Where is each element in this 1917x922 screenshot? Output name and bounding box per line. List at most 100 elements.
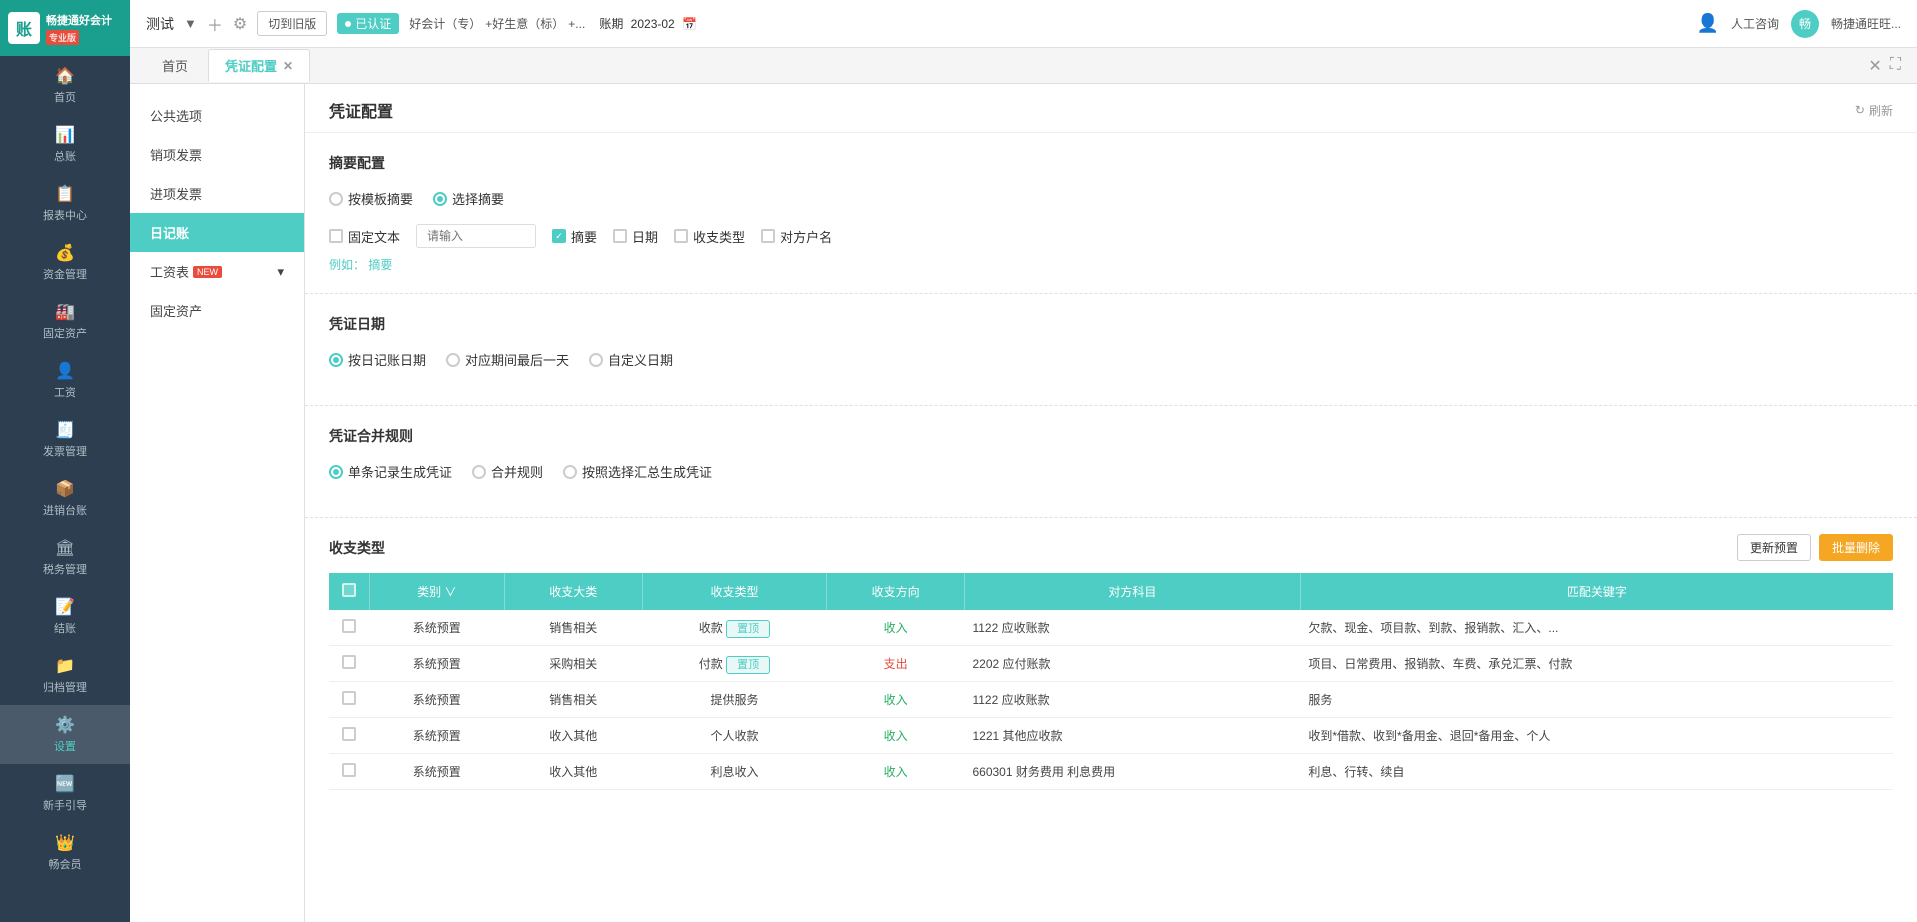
sidebar-item-首页[interactable]: 🏠首页 [0,56,130,115]
table-btns: 更新预置 批量删除 [1737,534,1893,561]
example-prefix: 例如： [329,258,365,272]
left-nav-item-工资表[interactable]: 工资表NEW▾ [130,252,304,291]
checkbox-summary[interactable]: 摘要 [552,227,597,246]
sidebar-label: 报表中心 [43,207,87,223]
left-nav-label: 工资表 [150,262,189,281]
cell-subject: 1122 应收账款 [964,682,1300,718]
cell-keywords: 项目、日常费用、报销款、车费、承兑汇票、付款 [1300,646,1893,682]
radio-label-merge: 合并规则 [491,462,543,481]
radio-custom-date[interactable]: 自定义日期 [589,350,673,369]
left-nav-item-销项发票[interactable]: 销项发票 [130,135,304,174]
sidebar-icon: 📋 [55,184,75,204]
cell-subject: 1221 其他应收款 [964,718,1300,754]
checkbox-counterparty[interactable]: 对方户名 [761,227,832,246]
sidebar-item-结账[interactable]: 📝结账 [0,587,130,646]
sidebar-item-畅会员[interactable]: 👑畅会员 [0,823,130,882]
batch-delete-btn[interactable]: 批量删除 [1819,534,1893,561]
sidebar-item-归档管理[interactable]: 📁归档管理 [0,646,130,705]
left-nav: 公共选项销项发票进项发票日记账工资表NEW▾固定资产 [130,84,305,922]
col-category: 类别 ∨ [369,573,504,610]
fixed-text-input[interactable] [416,224,536,248]
sidebar-item-工资[interactable]: 👤工资 [0,351,130,410]
example-value: 摘要 [368,258,392,272]
checkbox-date[interactable]: 日期 [613,227,658,246]
consult-icon[interactable]: 👤 [1697,13,1719,34]
sidebar-item-设置[interactable]: ⚙️设置 [0,705,130,764]
topbar-add-btn[interactable]: ＋ [207,12,223,36]
tabbar-right: ✕ ⛶ [1868,56,1901,76]
cell-type: 提供服务 [642,682,827,718]
row-checkbox[interactable] [342,763,356,777]
topbar-settings-btn[interactable]: ⚙ [233,14,247,34]
type-tag[interactable]: 置顶 [726,656,770,674]
sidebar-icon: 📊 [55,125,75,145]
radio-circle-period [446,353,460,367]
radio-select-summary[interactable]: 选择摘要 [433,189,504,208]
topbar-dropdown[interactable]: ▼ [184,16,197,31]
row-checkbox[interactable] [342,691,356,705]
left-nav-item-日记账[interactable]: 日记账 [130,213,304,252]
voucher-date-title: 凭证日期 [329,314,1893,334]
radio-merge-rule[interactable]: 合并规则 [472,462,543,481]
checkbox-income-type[interactable]: 收支类型 [674,227,745,246]
content-area: 凭证配置 ↻ 刷新 摘要配置 按模板摘要 选择摘要 [305,84,1917,922]
period-calendar-icon[interactable]: 📅 [682,17,697,31]
radio-circle-journal [329,353,343,367]
sidebar-icon: 🆕 [55,774,75,794]
sidebar-item-总账[interactable]: 📊总账 [0,115,130,174]
tab-凭证配置[interactable]: 凭证配置✕ [208,49,310,82]
sidebar-icon: 💰 [55,243,75,263]
radio-summary-generate[interactable]: 按照选择汇总生成凭证 [563,462,712,481]
tab-首页[interactable]: 首页 [146,50,204,81]
sidebar-item-资金管理[interactable]: 💰资金管理 [0,233,130,292]
tab-expand-icon[interactable]: ⛶ [1890,56,1901,76]
sidebar-item-进销台账[interactable]: 📦 进销台账 [0,469,130,528]
row-checkbox[interactable] [342,727,356,741]
col-subject: 对方科目 [964,573,1300,610]
checkbox-date-box [613,229,627,243]
user-name: 畅捷通旺旺... [1831,15,1901,32]
row-checkbox[interactable] [342,655,356,669]
sidebar-item-报表中心[interactable]: 📋 报表中心 [0,174,130,233]
left-nav-item-固定资产[interactable]: 固定资产 [130,291,304,330]
switch-version-btn[interactable]: 切到旧版 [257,11,327,36]
sidebar-icon: 📦 [55,479,75,499]
type-tag[interactable]: 置顶 [726,620,770,638]
refresh-btn[interactable]: ↻ 刷新 [1855,102,1893,119]
radio-period-last-day[interactable]: 对应期间最后一天 [446,350,569,369]
sidebar-label: 新手引导 [43,797,87,813]
sidebar-item-发票管理[interactable]: 🧾发票管理 [0,410,130,469]
sidebar: 账 畅捷通好会计 专业版 🏠首页📊总账 📋 报表中心 💰资金管理🏭固定资产👤工资🧾发票… [0,0,130,922]
th-checkbox[interactable] [342,583,356,597]
radio-single-record[interactable]: 单条记录生成凭证 [329,462,452,481]
page-title: 凭证配置 [329,98,393,122]
radio-journal-date[interactable]: 按日记账日期 [329,350,426,369]
sidebar-item-税务管理[interactable]: 🏛税务管理 [0,528,130,587]
checkbox-fixed-text[interactable]: 固定文本 [329,227,400,246]
cell-direction: 收入 [827,610,965,646]
radio-template-summary[interactable]: 按模板摘要 [329,189,413,208]
sidebar-item-固定资产[interactable]: 🏭固定资产 [0,292,130,351]
left-nav-item-进项发票[interactable]: 进项发票 [130,174,304,213]
row-checkbox[interactable] [342,619,356,633]
app-logo: 账 畅捷通好会计 专业版 [0,0,130,56]
tab-close-btn[interactable]: ✕ [283,59,293,73]
table-row: 系统预置 采购相关 付款 置顶 支出 2202 应付账款 项目、日常费用、报销款… [329,646,1893,682]
summary-section: 摘要配置 按模板摘要 选择摘要 固定文本 [305,133,1917,294]
sidebar-label: 税务管理 [43,561,87,577]
sidebar-label: 进销台账 [43,502,87,518]
tab-label: 首页 [162,56,188,75]
main-area: 测试 ▼ ＋ ⚙ 切到旧版 已认证 好会计（专） +好生意（标） +... 账期… [130,0,1917,922]
consult-label[interactable]: 人工咨询 [1731,15,1779,32]
sidebar-icon: ⚙️ [55,715,75,735]
left-nav-item-公共选项[interactable]: 公共选项 [130,96,304,135]
sidebar-item-新手引导[interactable]: 🆕 新手引导 [0,764,130,823]
example-text: 例如： 摘要 [329,256,1893,273]
cell-type: 付款 置顶 [642,646,827,682]
tab-close-icon[interactable]: ✕ [1868,56,1881,76]
summary-title: 摘要配置 [329,153,1893,173]
cell-keywords: 服务 [1300,682,1893,718]
update-preset-btn[interactable]: 更新预置 [1737,534,1811,561]
cell-type: 利息收入 [642,754,827,790]
user-avatar[interactable]: 畅 [1791,10,1819,38]
